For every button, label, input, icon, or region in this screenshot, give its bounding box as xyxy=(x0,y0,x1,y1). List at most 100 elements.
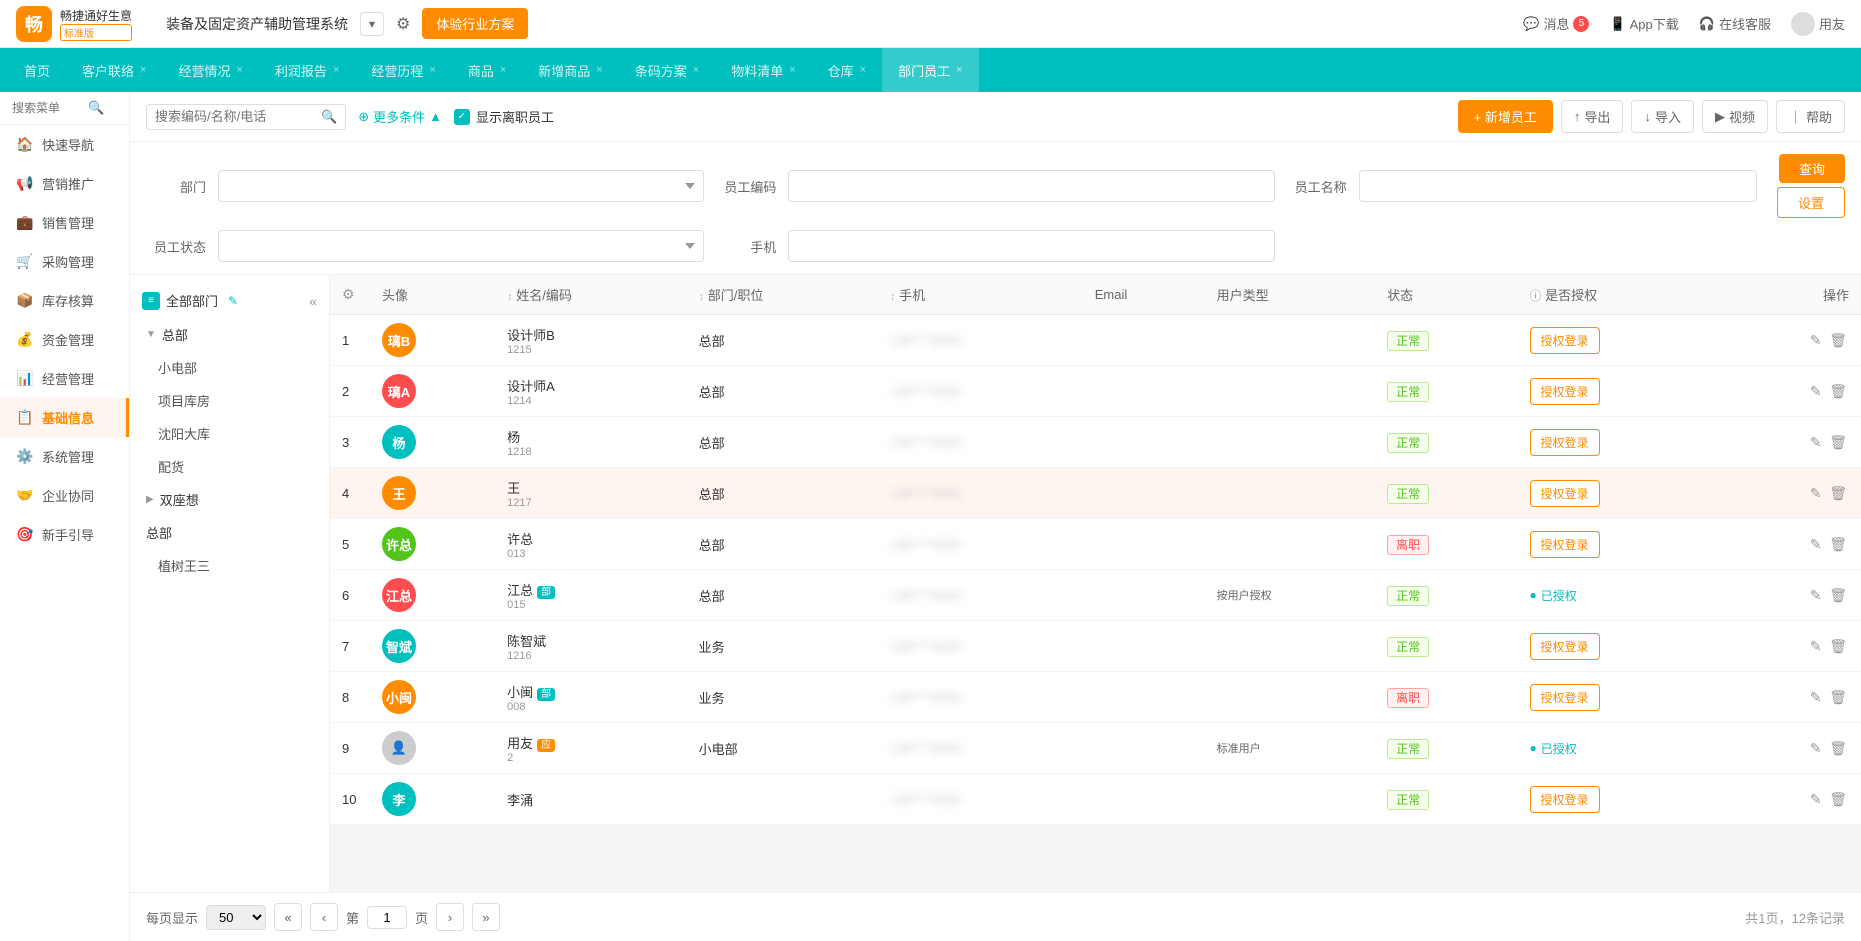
edit-button[interactable]: ✎ xyxy=(1808,738,1824,759)
name-filter-input[interactable] xyxy=(1359,170,1757,202)
auth-btn[interactable]: 授权登录 xyxy=(1530,429,1600,456)
phone-filter-input[interactable] xyxy=(788,230,1274,262)
edit-button[interactable]: ✎ xyxy=(1808,585,1824,606)
experience-button[interactable]: 体验行业方案 xyxy=(422,8,528,39)
show-resigned-toggle[interactable]: ✓ 显示离职员工 xyxy=(454,107,554,126)
system-dropdown-button[interactable]: ▾ xyxy=(360,12,384,36)
dept-item-small-electric[interactable]: 小电部 xyxy=(130,351,329,384)
search-input[interactable] xyxy=(155,109,315,124)
delete-button[interactable]: 🗑 xyxy=(1827,636,1849,657)
dept-item-double[interactable]: ▶ 双座想 xyxy=(130,483,329,516)
dept-item-project-storage[interactable]: 项目库房 xyxy=(130,384,329,417)
close-warehouse-icon[interactable]: × xyxy=(860,64,866,76)
auth-btn[interactable]: 授权登录 xyxy=(1530,327,1600,354)
help-button[interactable]: ｜ 帮助 xyxy=(1776,100,1845,133)
close-bom-icon[interactable]: × xyxy=(789,64,795,76)
edit-button[interactable]: ✎ xyxy=(1808,534,1824,555)
status-filter-select[interactable] xyxy=(218,230,704,262)
query-button[interactable]: 查询 xyxy=(1779,154,1845,183)
code-filter-input[interactable] xyxy=(788,170,1274,202)
add-employee-button[interactable]: + 新增员工 xyxy=(1458,100,1553,133)
close-customer-icon[interactable]: × xyxy=(140,64,146,76)
sort-dept-icon[interactable]: ↕ xyxy=(699,291,705,303)
reset-button[interactable]: 设置 xyxy=(1777,187,1845,218)
delete-button[interactable]: 🗑 xyxy=(1827,534,1849,555)
delete-button[interactable]: 🗑 xyxy=(1827,330,1849,351)
sort-name-icon[interactable]: ↕ xyxy=(507,291,513,303)
tab-history[interactable]: 经营历程 × xyxy=(355,48,451,92)
delete-button[interactable]: 🗑 xyxy=(1827,483,1849,504)
column-settings-icon[interactable]: ⚙ xyxy=(342,286,355,302)
delete-button[interactable]: 🗑 xyxy=(1827,687,1849,708)
tab-goods[interactable]: 商品 × xyxy=(452,48,522,92)
tab-operations[interactable]: 经营情况 × xyxy=(162,48,258,92)
tab-bom[interactable]: 物料清单 × xyxy=(715,48,811,92)
sidebar-item-inventory[interactable]: 📦 库存核算 xyxy=(0,281,129,320)
message-button[interactable]: 💬 消息 5 xyxy=(1523,14,1589,33)
last-page-button[interactable]: » xyxy=(472,903,500,931)
tab-add-goods[interactable]: 新增商品 × xyxy=(522,48,618,92)
export-button[interactable]: ↑ 导出 xyxy=(1561,100,1624,133)
show-resigned-checkbox[interactable]: ✓ xyxy=(454,109,470,125)
close-add-goods-icon[interactable]: × xyxy=(596,64,602,76)
sidebar-item-navigate[interactable]: 🏠 快速导航 xyxy=(0,125,129,164)
edit-button[interactable]: ✎ xyxy=(1808,687,1824,708)
dept-item-dispatch[interactable]: 配货 xyxy=(130,450,329,483)
edit-button[interactable]: ✎ xyxy=(1808,789,1824,810)
settings-button[interactable]: ⚙ xyxy=(396,14,410,34)
first-page-button[interactable]: « xyxy=(274,903,302,931)
tab-profit[interactable]: 利润报告 × xyxy=(259,48,355,92)
sidebar-item-purchase[interactable]: 🛒 采购管理 xyxy=(0,242,129,281)
sidebar-search-input[interactable] xyxy=(12,101,82,115)
auth-btn[interactable]: 授权登录 xyxy=(1530,633,1600,660)
sort-phone-icon[interactable]: ↕ xyxy=(890,291,896,303)
sidebar-item-finance[interactable]: 💰 资金管理 xyxy=(0,320,129,359)
delete-button[interactable]: 🗑 xyxy=(1827,738,1849,759)
sidebar-item-sales[interactable]: 💼 销售管理 xyxy=(0,203,129,242)
dept-item-general[interactable]: ▼ 总部 xyxy=(130,318,329,351)
auth-info-icon[interactable]: ⓘ xyxy=(1530,289,1542,303)
delete-button[interactable]: 🗑 xyxy=(1827,381,1849,402)
dept-edit-icon[interactable]: ✎ xyxy=(228,294,238,308)
tab-employees[interactable]: 部门员工 × xyxy=(882,48,978,92)
app-download-button[interactable]: 📱 App下载 xyxy=(1609,14,1678,33)
delete-button[interactable]: 🗑 xyxy=(1827,585,1849,606)
close-goods-icon[interactable]: × xyxy=(500,64,506,76)
sidebar-item-operations[interactable]: 📊 经营管理 xyxy=(0,359,129,398)
sidebar-item-guide[interactable]: 🎯 新手引导 xyxy=(0,515,129,554)
sidebar-item-system[interactable]: ⚙️ 系统管理 xyxy=(0,437,129,476)
sidebar-item-collab[interactable]: 🤝 企业协同 xyxy=(0,476,129,515)
next-page-button[interactable]: › xyxy=(436,903,464,931)
edit-button[interactable]: ✎ xyxy=(1808,330,1824,351)
tab-customer[interactable]: 客户联络 × xyxy=(66,48,162,92)
tab-home[interactable]: 首页 xyxy=(8,48,66,92)
online-support-button[interactable]: 🎧 在线客服 xyxy=(1699,14,1771,33)
close-employees-icon[interactable]: × xyxy=(956,64,962,76)
dept-collapse-button[interactable]: « xyxy=(309,293,317,309)
auth-btn[interactable]: 授权登录 xyxy=(1530,480,1600,507)
video-button[interactable]: ▶ 视频 xyxy=(1702,100,1768,133)
edit-button[interactable]: ✎ xyxy=(1808,483,1824,504)
user-menu-button[interactable]: 用友 xyxy=(1791,12,1845,36)
import-button[interactable]: ↓ 导入 xyxy=(1631,100,1694,133)
auth-btn[interactable]: 授权登录 xyxy=(1530,684,1600,711)
close-operations-icon[interactable]: × xyxy=(236,64,242,76)
close-history-icon[interactable]: × xyxy=(429,64,435,76)
auth-btn[interactable]: 授权登录 xyxy=(1530,786,1600,813)
delete-button[interactable]: 🗑 xyxy=(1827,432,1849,453)
dept-filter-select[interactable] xyxy=(218,170,704,202)
sidebar-item-basics[interactable]: 📋 基础信息 xyxy=(0,398,129,437)
page-number-input[interactable] xyxy=(367,906,407,929)
dept-item-plant[interactable]: 植树王三 xyxy=(130,549,329,582)
edit-button[interactable]: ✎ xyxy=(1808,432,1824,453)
more-conditions-button[interactable]: ⊕ 更多条件 ▲ xyxy=(358,107,442,126)
close-barcode-icon[interactable]: × xyxy=(693,64,699,76)
sidebar-item-marketing[interactable]: 📢 营销推广 xyxy=(0,164,129,203)
auth-btn[interactable]: 授权登录 xyxy=(1530,531,1600,558)
dept-item-shenyang[interactable]: 沈阳大库 xyxy=(130,417,329,450)
prev-page-button[interactable]: ‹ xyxy=(310,903,338,931)
edit-button[interactable]: ✎ xyxy=(1808,381,1824,402)
edit-button[interactable]: ✎ xyxy=(1808,636,1824,657)
delete-button[interactable]: 🗑 xyxy=(1827,789,1849,810)
auth-btn[interactable]: 授权登录 xyxy=(1530,378,1600,405)
